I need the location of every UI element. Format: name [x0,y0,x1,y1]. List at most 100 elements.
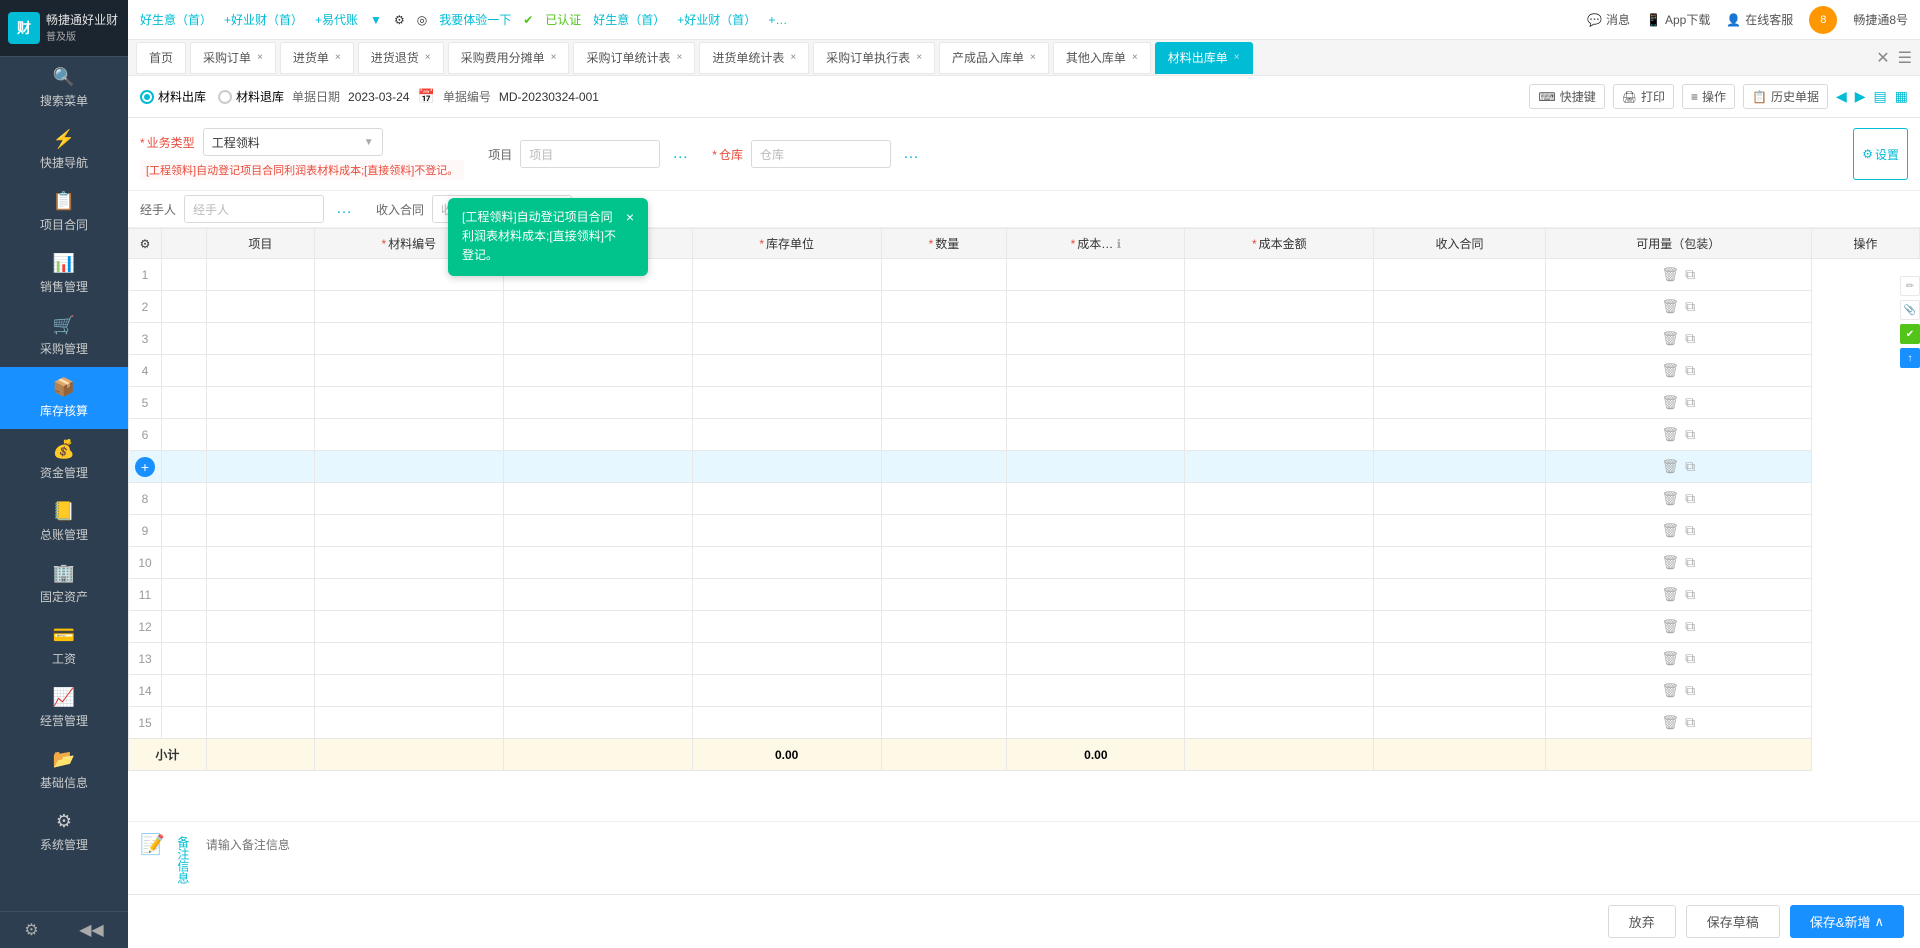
delete-icon[interactable]: 🗑 [1661,586,1679,603]
cell-income-contract[interactable] [1185,291,1374,323]
cell-unit[interactable] [503,579,692,611]
nav-next-btn[interactable]: ▶ [1855,88,1866,105]
cell-qty[interactable] [692,259,881,291]
sidebar-item-purchase[interactable]: 🛒采购管理 [0,305,128,367]
cell-cost[interactable] [881,323,1007,355]
cell-income-contract[interactable] [1185,579,1374,611]
topbar-more-1[interactable]: 好生意（首） [593,11,665,28]
cell-income-contract[interactable] [1185,387,1374,419]
topbar-more-3[interactable]: +… [768,13,787,27]
cell-income-contract[interactable] [1185,675,1374,707]
cell-project[interactable] [162,515,207,547]
right-float-attach-btn[interactable]: 📎 [1900,300,1920,320]
sidebar-collapse-btn[interactable]: ◀◀ [79,920,104,940]
copy-icon[interactable]: ⧉ [1685,266,1695,283]
radio-material-outbound[interactable]: 材料出库 [140,88,206,105]
delete-icon[interactable]: 🗑 [1661,426,1679,443]
sidebar-settings-btn[interactable]: ⚙ [24,920,38,940]
cell-mat-no[interactable] [206,419,314,451]
business-type-input[interactable]: 工程领料 ▼ [203,128,383,156]
tab-close-material[interactable]: × [1234,52,1240,63]
right-float-edit-btn[interactable]: ✏ [1900,276,1920,296]
cell-mat-name[interactable] [314,611,503,643]
cell-income-contract[interactable] [1185,611,1374,643]
cell-qty[interactable] [692,579,881,611]
calendar-icon[interactable]: 📅 [417,88,434,105]
settings-button[interactable]: ⚙ 设置 [1853,128,1908,180]
cell-mat-no[interactable] [206,483,314,515]
sidebar-item-assets[interactable]: 🏢固定资产 [0,553,128,615]
right-float-blue-btn[interactable]: ↑ [1900,348,1920,368]
tab-close-other[interactable]: × [1132,52,1138,63]
tab-close-purchase-order[interactable]: × [257,52,263,63]
cell-project[interactable] [162,483,207,515]
topbar-tag-shiye[interactable]: 好生意（首） [140,11,212,28]
topbar-try-link[interactable]: 我要体验一下 [439,11,511,28]
th-gear[interactable]: ⚙ [129,229,162,259]
copy-icon[interactable]: ⧉ [1685,394,1695,411]
tooltip-close-btn[interactable]: × [626,206,634,228]
copy-icon[interactable]: ⧉ [1685,586,1695,603]
cell-cost-amt[interactable] [1007,387,1185,419]
cell-mat-name[interactable] [314,323,503,355]
cell-cost-amt[interactable] [1007,547,1185,579]
cell-project[interactable] [162,323,207,355]
cell-available[interactable] [1374,707,1545,739]
cell-mat-name[interactable] [314,579,503,611]
cell-project[interactable] [162,611,207,643]
cell-available[interactable] [1374,355,1545,387]
cell-mat-no[interactable] [206,547,314,579]
cell-project-active[interactable] [162,451,207,483]
cell-mat-no[interactable] [206,323,314,355]
cell-qty[interactable] [692,291,881,323]
cell-qty[interactable] [692,611,881,643]
cell-cost[interactable] [881,547,1007,579]
add-row-btn[interactable]: + [135,457,155,477]
sidebar-item-sales[interactable]: 📊销售管理 [0,243,128,305]
copy-icon[interactable]: ⧉ [1685,554,1695,571]
cell-cost-amt[interactable] [1007,355,1185,387]
cell-cost[interactable] [881,355,1007,387]
cell-mat-name[interactable] [314,419,503,451]
copy-icon[interactable]: ⧉ [1685,682,1695,699]
cell-income-contract[interactable] [1185,483,1374,515]
copy-icon[interactable]: ⧉ [1685,650,1695,667]
shortcut-key-btn[interactable]: ⌨ 快捷键 [1529,84,1604,109]
cell-income-contract[interactable] [1185,515,1374,547]
user-avatar[interactable]: 8 [1809,6,1837,34]
cell-qty[interactable] [692,675,881,707]
cell-cost-amt[interactable] [1007,707,1185,739]
cell-qty[interactable] [692,643,881,675]
cell-available[interactable] [1374,611,1545,643]
cell-available[interactable] [1374,515,1545,547]
cell-project[interactable] [162,419,207,451]
tab-purchase-exec[interactable]: 采购订单执行表× [813,42,935,74]
tab-receipt-stat[interactable]: 进货单统计表× [699,42,809,74]
cell-income-contract-active[interactable] [1185,451,1374,483]
cell-mat-name[interactable] [314,355,503,387]
delete-icon[interactable]: 🗑 [1661,554,1679,571]
cell-cost-amt[interactable] [1007,675,1185,707]
cell-project[interactable] [162,259,207,291]
cell-available[interactable] [1374,547,1545,579]
copy-icon[interactable]: ⧉ [1685,490,1695,507]
cell-available[interactable] [1374,259,1545,291]
delete-icon[interactable]: 🗑 [1661,490,1679,507]
cell-mat-name[interactable] [314,707,503,739]
sidebar-item-salary[interactable]: 💳工资 [0,615,128,677]
history-btn[interactable]: 📋 历史单据 [1743,84,1828,109]
cell-qty[interactable] [692,387,881,419]
nav-prev-btn[interactable]: ◀ [1836,88,1847,105]
tab-material-outbound[interactable]: 材料出库单× [1155,42,1253,74]
save-new-btn[interactable]: 保存&新增 ∧ [1790,905,1904,938]
tab-purchase-receipt[interactable]: 进货单× [280,42,354,74]
cell-mat-name[interactable] [314,291,503,323]
cell-qty[interactable] [692,707,881,739]
cell-mat-no[interactable] [206,675,314,707]
cell-available[interactable] [1374,579,1545,611]
cell-unit[interactable] [503,707,692,739]
tab-other-inbound[interactable]: 其他入库单× [1053,42,1151,74]
topbar-app-download[interactable]: 📱 App下载 [1646,11,1710,28]
delete-icon[interactable]: 🗑 [1661,266,1679,283]
cell-available[interactable] [1374,483,1545,515]
